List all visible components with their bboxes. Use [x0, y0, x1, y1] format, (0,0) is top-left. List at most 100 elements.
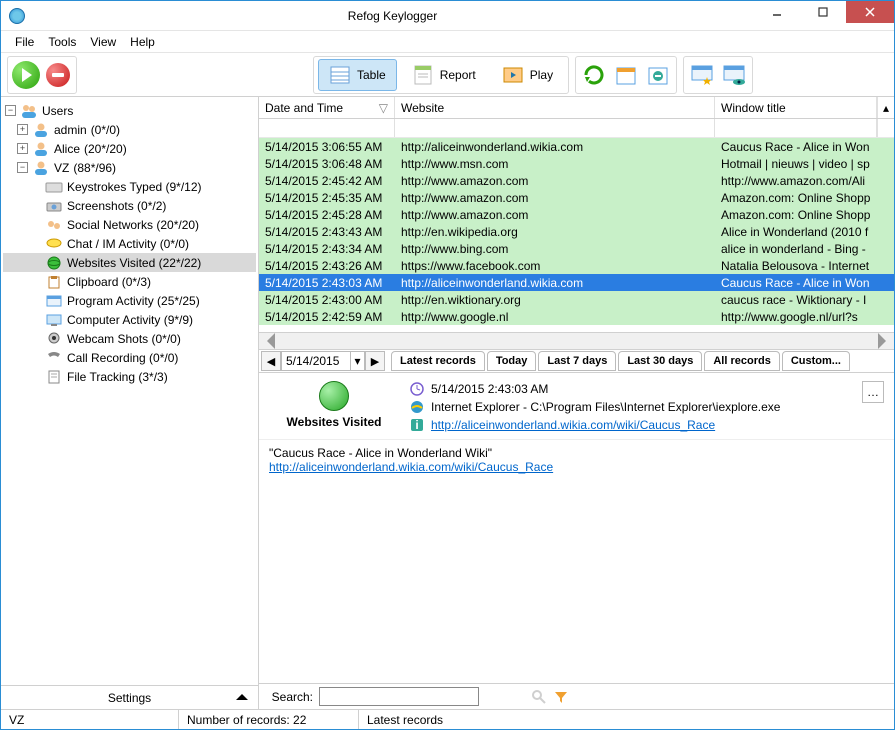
tree-item-chat[interactable]: Chat / IM Activity (0*/0)	[3, 234, 256, 253]
detail-url-link[interactable]: http://aliceinwonderland.wikia.com/wiki/…	[431, 418, 715, 432]
more-options-button[interactable]: …	[862, 381, 884, 403]
table-row[interactable]: 5/14/2015 2:43:26 AMhttps://www.facebook…	[259, 257, 894, 274]
table-row[interactable]: 5/14/2015 2:45:28 AMhttp://www.amazon.co…	[259, 206, 894, 223]
cell-datetime: 5/14/2015 3:06:55 AM	[259, 140, 395, 154]
cell-wintitle: Amazon.com: Online Shopp	[715, 191, 894, 205]
refresh-button[interactable]	[580, 61, 608, 89]
cell-wintitle: alice in wonderland - Bing -	[715, 242, 894, 256]
tree-user-alice[interactable]: + Alice (20*/20)	[3, 139, 256, 158]
table-row[interactable]: 5/14/2015 2:42:59 AMhttp://www.google.nl…	[259, 308, 894, 325]
expand-icon[interactable]: +	[17, 124, 28, 135]
view-report-button[interactable]: Report	[401, 59, 487, 91]
tree-user-vz[interactable]: − VZ (88*/96)	[3, 158, 256, 177]
start-monitoring-button[interactable]	[12, 61, 40, 89]
tree-root-label: Users	[42, 104, 73, 118]
close-button[interactable]	[846, 1, 894, 23]
tree-user-admin[interactable]: + admin (0*/0)	[3, 120, 256, 139]
search-bar: Search:	[259, 683, 894, 709]
globe-icon	[319, 381, 349, 411]
tab-custom[interactable]: Custom...	[782, 351, 850, 371]
cell-datetime: 5/14/2015 2:43:03 AM	[259, 276, 395, 290]
prev-date-button[interactable]: ◀	[261, 351, 281, 371]
info-icon: i	[409, 417, 425, 433]
table-body[interactable]: 5/14/2015 3:06:55 AMhttp://aliceinwonder…	[259, 138, 894, 332]
expand-icon[interactable]: +	[17, 143, 28, 154]
date-dropdown-button[interactable]: ▾	[351, 351, 365, 371]
search-input[interactable]	[319, 687, 479, 706]
detail-body: "Caucus Race - Alice in Wonderland Wiki"…	[259, 439, 894, 683]
table-row[interactable]: 5/14/2015 3:06:48 AMhttp://www.msn.comHo…	[259, 155, 894, 172]
cell-website: http://www.amazon.com	[395, 191, 715, 205]
tree-user-counts: (0*/0)	[91, 123, 120, 137]
filter-website-input[interactable]	[395, 120, 714, 137]
window-eye-button[interactable]	[720, 61, 748, 89]
col-wintitle[interactable]: Window title	[715, 97, 877, 118]
settings-button[interactable]: Settings	[1, 685, 258, 709]
col-website[interactable]: Website	[395, 97, 715, 118]
tab-latest[interactable]: Latest records	[391, 351, 485, 371]
table-row[interactable]: 5/14/2015 2:43:03 AMhttp://aliceinwonder…	[259, 274, 894, 291]
search-icon[interactable]	[531, 689, 547, 705]
date-field[interactable]: 5/14/2015	[281, 351, 351, 371]
calendar-button[interactable]	[612, 61, 640, 89]
tab-today[interactable]: Today	[487, 351, 537, 371]
window-star-button[interactable]	[688, 61, 716, 89]
tree-item-keystrokes[interactable]: Keystrokes Typed (9*/12)	[3, 177, 256, 196]
menu-view[interactable]: View	[84, 33, 122, 51]
collapse-icon[interactable]: −	[5, 105, 16, 116]
cell-datetime: 5/14/2015 2:43:43 AM	[259, 225, 395, 239]
tree-item-filetrack[interactable]: File Tracking (3*/3)	[3, 367, 256, 386]
table-row[interactable]: 5/14/2015 2:43:43 AMhttp://en.wikipedia.…	[259, 223, 894, 240]
user-tree[interactable]: − Users + admin (0*/0) + Alice (20*/20)	[1, 97, 258, 685]
filter-row	[259, 119, 894, 138]
tab-last30[interactable]: Last 30 days	[618, 351, 702, 371]
table-row[interactable]: 5/14/2015 3:06:55 AMhttp://aliceinwonder…	[259, 138, 894, 155]
menu-tools[interactable]: Tools	[42, 33, 82, 51]
tree-user-counts: (88*/96)	[73, 161, 116, 175]
status-records: Number of records: 22	[179, 710, 359, 729]
table-row[interactable]: 5/14/2015 2:45:42 AMhttp://www.amazon.co…	[259, 172, 894, 189]
user-icon	[32, 160, 50, 176]
filter-wintitle-input[interactable]	[715, 120, 876, 137]
detail-body-link[interactable]: http://aliceinwonderland.wikia.com/wiki/…	[269, 460, 884, 474]
next-date-button[interactable]: ▶	[365, 351, 385, 371]
view-play-button[interactable]: Play	[491, 59, 564, 91]
status-filter: Latest records	[359, 710, 894, 729]
tree-item-screenshots[interactable]: Screenshots (0*/2)	[3, 196, 256, 215]
cell-wintitle: Caucus Race - Alice in Won	[715, 140, 894, 154]
tree-item-webcam[interactable]: Webcam Shots (0*/0)	[3, 329, 256, 348]
clipboard-icon	[45, 274, 63, 290]
col-datetime[interactable]: Date and Time▽	[259, 97, 395, 118]
tree-item-programs[interactable]: Program Activity (25*/25)	[3, 291, 256, 310]
menu-help[interactable]: Help	[124, 33, 161, 51]
table-row[interactable]: 5/14/2015 2:43:34 AMhttp://www.bing.coma…	[259, 240, 894, 257]
tree-item-websites[interactable]: Websites Visited (22*/22)	[3, 253, 256, 272]
table-row[interactable]: 5/14/2015 2:45:35 AMhttp://www.amazon.co…	[259, 189, 894, 206]
table-row[interactable]: 5/14/2015 2:43:00 AMhttp://en.wiktionary…	[259, 291, 894, 308]
delete-button[interactable]	[644, 61, 672, 89]
view-table-label: Table	[357, 68, 386, 82]
cell-datetime: 5/14/2015 2:45:42 AM	[259, 174, 395, 188]
detail-page-title: "Caucus Race - Alice in Wonderland Wiki"	[269, 446, 884, 460]
stop-monitoring-button[interactable]	[44, 61, 72, 89]
collapse-icon[interactable]: −	[17, 162, 28, 173]
clock-icon	[409, 381, 425, 397]
tab-last7[interactable]: Last 7 days	[538, 351, 616, 371]
scroll-up-icon[interactable]: ▴	[877, 97, 894, 118]
tab-all[interactable]: All records	[704, 351, 779, 371]
tree-item-call[interactable]: Call Recording (0*/0)	[3, 348, 256, 367]
view-table-button[interactable]: Table	[318, 59, 397, 91]
tree-item-computer[interactable]: Computer Activity (9*/9)	[3, 310, 256, 329]
monitor-icon	[45, 312, 63, 328]
cell-datetime: 5/14/2015 3:06:48 AM	[259, 157, 395, 171]
tree-item-social[interactable]: Social Networks (20*/20)	[3, 215, 256, 234]
minimize-button[interactable]	[754, 1, 800, 23]
maximize-button[interactable]	[800, 1, 846, 23]
chevron-up-icon	[236, 688, 248, 707]
filter-icon[interactable]	[553, 689, 569, 705]
tree-item-clipboard[interactable]: Clipboard (0*/3)	[3, 272, 256, 291]
menu-file[interactable]: File	[9, 33, 40, 51]
horizontal-scrollbar[interactable]	[259, 332, 894, 349]
filter-datetime-input[interactable]	[259, 120, 394, 137]
tree-root-users[interactable]: − Users	[3, 101, 256, 120]
